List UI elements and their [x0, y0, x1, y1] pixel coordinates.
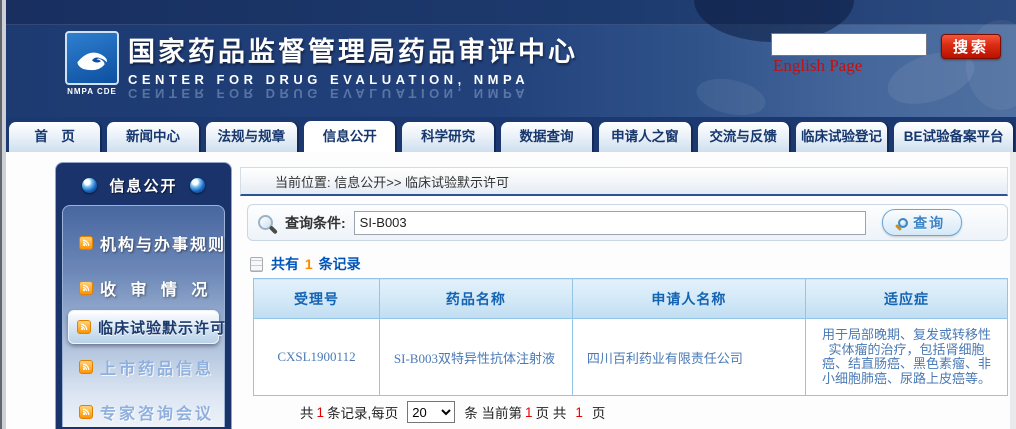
records-count-suffix: 条记录 [319, 256, 361, 272]
pill-image [693, 73, 769, 117]
site-title-chinese: 国家药品监督管理局药品审评中心 [128, 30, 578, 69]
tab-be-trial-platform[interactable]: BE试验备案平台 [894, 122, 1013, 152]
search-icon [898, 218, 908, 228]
sidebar-item-label: 上市药品信息 [100, 355, 214, 379]
tab-news-center[interactable]: 新闻中心 [107, 122, 198, 152]
rss-icon [79, 236, 93, 250]
breadcrumb-text: 当前位置: 信息公开>> 临床试验默示许可 [275, 172, 509, 191]
tab-home[interactable]: 首 页 [9, 122, 100, 152]
tab-regulations[interactable]: 法规与规章 [206, 122, 297, 152]
rss-icon [79, 281, 93, 295]
column-header-applicant-name: 申请人名称 [572, 279, 805, 319]
english-page-link[interactable]: English Page [773, 56, 862, 76]
column-header-drug-name: 药品名称 [379, 279, 572, 319]
pagination-total-pages: 1 [575, 405, 583, 420]
logo-caption: NMPA CDE [60, 87, 124, 96]
sidebar-item-label: 机构与办事规则 [100, 231, 226, 255]
sphere-icon [190, 178, 205, 193]
sidebar-information-disclosure: 信息公开 机构与办事规则 收 审 情 况 临床试验默示许可 上市药品信息 [55, 162, 232, 429]
site-search-input[interactable] [771, 33, 927, 56]
sidebar-title: 信息公开 [109, 175, 177, 196]
pagination-text: 条 当前第 [464, 402, 522, 422]
sidebar-item-expert-consultation-meeting[interactable]: 专家咨询会议 [63, 389, 224, 429]
sidebar-item-label: 收 审 情 况 [100, 276, 212, 300]
records-count-line: 共有 1 条记录 [250, 254, 361, 274]
query-bar: 查询条件: 查询 [247, 204, 1008, 241]
page: NMPA CDE 国家药品监督管理局药品审评中心 CENTER FOR DRUG… [0, 0, 1016, 429]
records-count-value: 1 [303, 256, 315, 272]
swan-swoosh-icon [65, 31, 119, 85]
cell-applicant-name: 四川百利药业有限责任公司 [572, 319, 805, 396]
sphere-icon [82, 178, 97, 193]
site-title-english: CENTER FOR DRUG EVALUATION, NMPA [128, 72, 578, 87]
search-icon [258, 215, 273, 230]
sidebar-item-label: 临床试验默示许可 [98, 317, 226, 338]
pagination-current-page: 1 [525, 405, 533, 420]
sidebar-item-acceptance-review[interactable]: 收 审 情 况 [63, 265, 224, 310]
rss-icon [79, 360, 93, 374]
main-nav-tabbar: 首 页 新闻中心 法规与规章 信息公开 科学研究 数据查询 申请人之窗 交流与反… [6, 117, 1016, 152]
sidebar-item-label: 专家咨询会议 [100, 400, 214, 424]
pagination-total-records: 1 [317, 405, 325, 420]
tab-clinical-trial-registration[interactable]: 临床试验登记 [796, 122, 887, 152]
cell-drug-name: SI-B003双特异性抗体注射液 [379, 319, 572, 396]
site-search-button[interactable]: 搜索 [941, 34, 1001, 59]
sidebar-item-organization-rules[interactable]: 机构与办事规则 [63, 220, 224, 265]
window-right-edge [1010, 152, 1016, 429]
nmpa-cde-logo[interactable]: NMPA CDE [60, 31, 124, 99]
sidebar-item-clinical-trial-implied-license[interactable]: 临床试验默示许可 [68, 310, 219, 344]
rss-icon [79, 405, 93, 419]
list-icon [250, 257, 263, 272]
results-table: 受理号 药品名称 申请人名称 适应症 CXSL1900112 SI-B003双特… [253, 278, 1008, 396]
column-header-acceptance-number: 受理号 [254, 279, 380, 319]
records-count-prefix: 共有 [271, 256, 299, 272]
site-title-english-reflection: CENTER FOR DRUG EVALUATION, NMPA [128, 86, 578, 101]
query-condition-label: 查询条件: [285, 213, 346, 233]
pagination-text: 共 [300, 402, 314, 422]
table-row: CXSL1900112 SI-B003双特异性抗体注射液 四川百利药业有限责任公… [254, 319, 1008, 396]
breadcrumb: 当前位置: 信息公开>> 临床试验默示许可 [240, 167, 1008, 196]
pagination-text: 页 共 [536, 402, 567, 422]
tab-communication-feedback[interactable]: 交流与反馈 [698, 122, 789, 152]
sidebar-item-marketed-drug-information[interactable]: 上市药品信息 [63, 344, 224, 389]
tab-data-query[interactable]: 数据查询 [501, 122, 592, 152]
cell-acceptance-number: CXSL1900112 [254, 319, 380, 396]
table-header-row: 受理号 药品名称 申请人名称 适应症 [254, 279, 1008, 319]
tab-information-disclosure[interactable]: 信息公开 [304, 121, 395, 152]
tab-scientific-research[interactable]: 科学研究 [402, 122, 493, 152]
site-banner: NMPA CDE 国家药品监督管理局药品审评中心 CENTER FOR DRUG… [6, 0, 1016, 117]
query-button[interactable]: 查询 [882, 209, 962, 236]
sidebar-menu: 机构与办事规则 收 审 情 况 临床试验默示许可 上市药品信息 专家咨询会议 [62, 205, 225, 427]
site-title-block: 国家药品监督管理局药品审评中心 CENTER FOR DRUG EVALUATI… [128, 30, 578, 101]
banner-top-band [6, 0, 1016, 25]
tab-applicant-window[interactable]: 申请人之窗 [599, 122, 690, 152]
cell-indication: 用于局部晚期、复发或转移性实体瘤的治疗，包括肾细胞癌、结直肠癌、黑色素瘤、非小细… [805, 319, 1007, 396]
query-button-label: 查询 [913, 213, 945, 233]
column-header-indication: 适应症 [805, 279, 1007, 319]
pagination-bar: 共 1 条记录,每页 20 条 当前第 1 页 共 1 页 [253, 399, 1008, 425]
query-condition-input[interactable] [354, 211, 866, 235]
pagination-text: 页 [592, 402, 606, 422]
page-size-select[interactable]: 20 [407, 401, 455, 423]
sidebar-header: 信息公开 [62, 171, 225, 199]
rss-icon [77, 320, 91, 334]
pagination-text: 条记录,每页 [327, 402, 398, 422]
